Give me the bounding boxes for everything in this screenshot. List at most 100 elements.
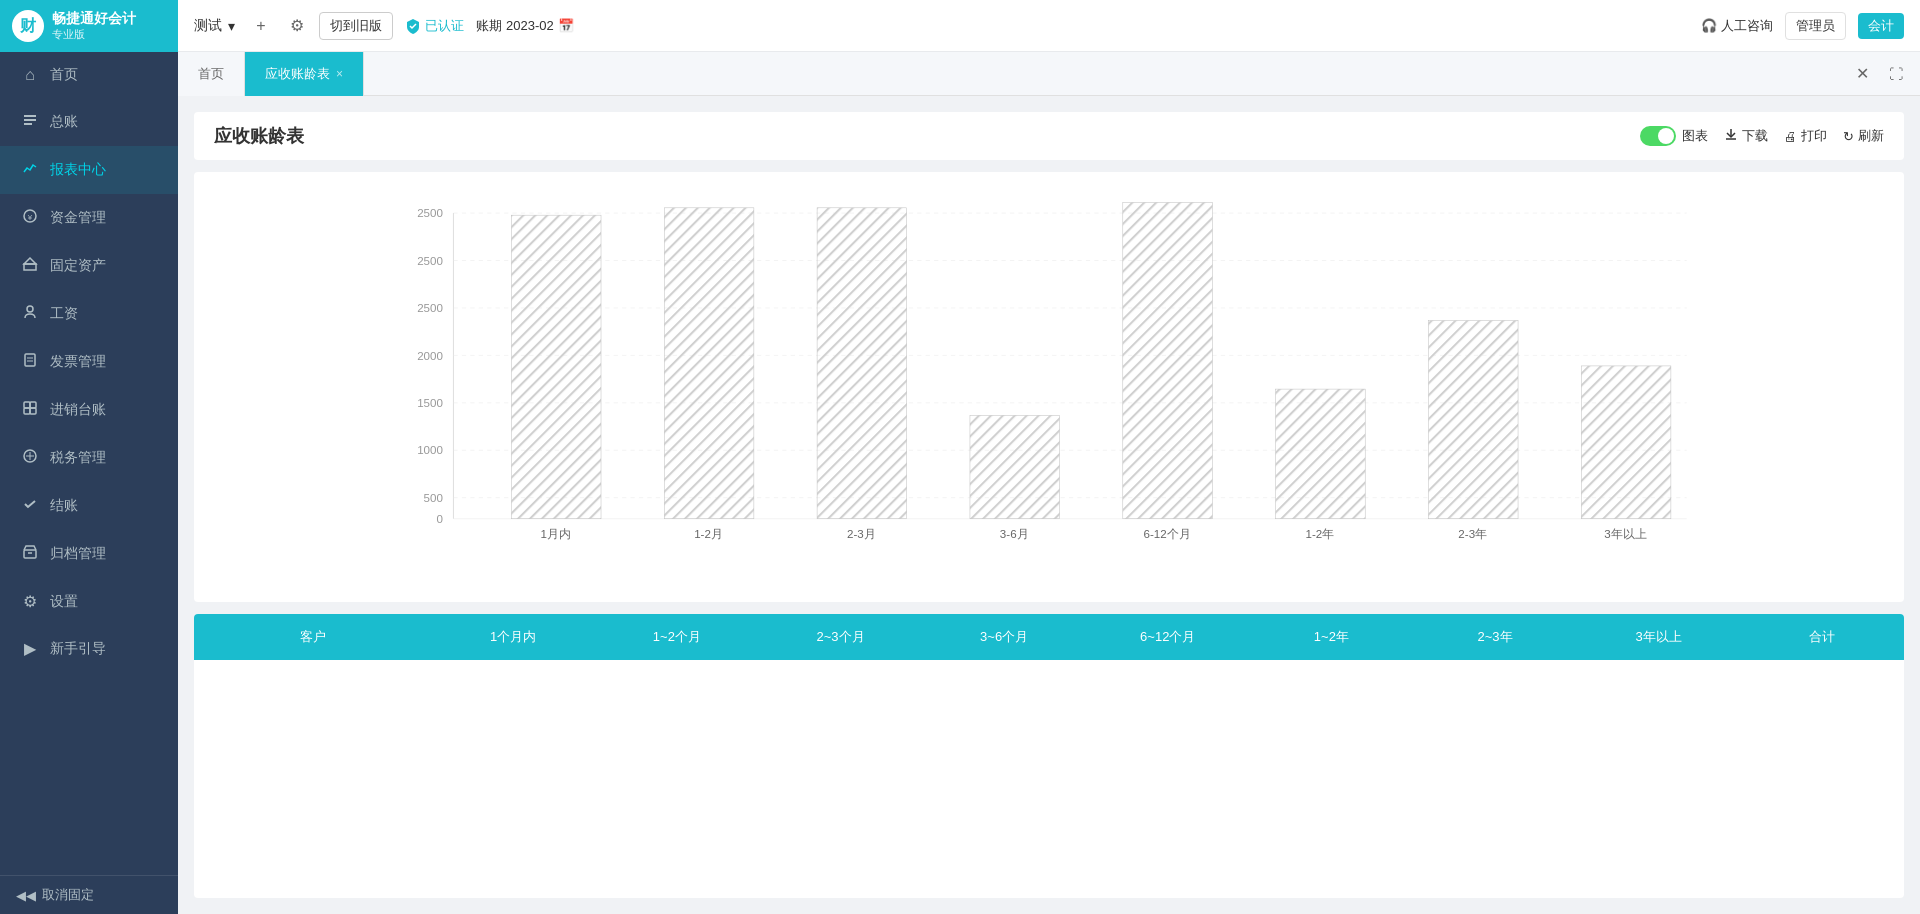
reports-icon <box>20 160 40 180</box>
sidebar-item-label: 固定资产 <box>50 257 106 275</box>
svg-rect-18 <box>24 550 36 558</box>
chart-toggle[interactable] <box>1640 126 1676 146</box>
svg-text:0: 0 <box>436 513 442 525</box>
archive-icon <box>20 544 40 564</box>
svg-text:1-2月: 1-2月 <box>694 528 723 540</box>
sidebar-item-archive[interactable]: 归档管理 <box>0 530 178 578</box>
sidebar-item-label: 工资 <box>50 305 78 323</box>
tab-home[interactable]: 首页 <box>178 52 245 96</box>
chart-toggle-label: 图表 <box>1682 127 1708 145</box>
table-container: 客户 1个月内 1~2个月 2~3个月 3~6个月 6~12个月 1~2年 2~… <box>194 614 1904 898</box>
svg-rect-5 <box>24 264 36 270</box>
sidebar-item-label: 报表中心 <box>50 161 106 179</box>
th-customer: 客户 <box>194 614 431 660</box>
sidebar-item-guide[interactable]: ▶ 新手引导 <box>0 625 178 672</box>
tab-ar-aging[interactable]: 应收账龄表 × <box>245 52 364 96</box>
svg-rect-47 <box>1123 203 1213 519</box>
refresh-button[interactable]: ↻ 刷新 <box>1843 127 1884 145</box>
chart-toggle-wrap: 图表 <box>1640 126 1708 146</box>
tab-close-icon[interactable]: × <box>336 67 343 81</box>
sidebar-item-funds[interactable]: ¥ 资金管理 <box>0 194 178 242</box>
expand-button[interactable]: ⛶ <box>1882 60 1910 88</box>
sidebar-item-invoices[interactable]: 发票管理 <box>0 338 178 386</box>
close-period-icon <box>20 496 40 516</box>
topbar-actions: + ⚙ 切到旧版 <box>247 12 393 40</box>
consult-label: 人工咨询 <box>1721 17 1773 35</box>
tabbar: 首页 应收账龄表 × ✕ ⛶ <box>178 52 1920 96</box>
svg-rect-11 <box>24 402 30 408</box>
sidebar-item-label: 新手引导 <box>50 640 106 658</box>
svg-rect-14 <box>30 408 36 414</box>
cancel-fixed-label: 取消固定 <box>42 886 94 904</box>
svg-text:2500: 2500 <box>417 302 443 314</box>
consult-button[interactable]: 🎧 人工咨询 <box>1701 17 1773 35</box>
svg-rect-0 <box>24 115 36 117</box>
page-actions: 图表 下载 🖨 打印 ↻ 刷新 <box>1640 126 1884 146</box>
print-icon: 🖨 <box>1784 129 1797 144</box>
pin-icon: ◀◀ <box>16 888 36 903</box>
sidebar-item-wages[interactable]: 工资 <box>0 290 178 338</box>
guide-icon: ▶ <box>20 639 40 658</box>
user-button[interactable]: 管理员 <box>1785 12 1846 40</box>
sidebar-item-home[interactable]: ⌂ 首页 <box>0 52 178 98</box>
th-2-3month: 2~3个月 <box>759 614 923 660</box>
settings-button[interactable]: ⚙ <box>283 12 311 40</box>
svg-point-7 <box>27 306 33 312</box>
svg-text:2500: 2500 <box>417 207 443 219</box>
role-button[interactable]: 会计 <box>1858 13 1904 39</box>
sidebar-scroll: ⌂ 首页 总账 报表中心 ¥ 资金管理 固定资产 <box>0 52 178 875</box>
project-selector[interactable]: 测试 ▾ <box>194 17 235 35</box>
page-header: 应收账龄表 图表 下载 🖨 打印 ↻ 刷新 <box>194 112 1904 160</box>
print-button[interactable]: 🖨 打印 <box>1784 127 1827 145</box>
svg-text:1000: 1000 <box>417 444 443 456</box>
table-header: 客户 1个月内 1~2个月 2~3个月 3~6个月 6~12个月 1~2年 2~… <box>194 614 1904 660</box>
sidebar-item-settings[interactable]: ⚙ 设置 <box>0 578 178 625</box>
chart-container: 2500 2500 2500 2000 1500 1000 500 0 1月内 <box>194 172 1904 602</box>
home-icon: ⌂ <box>20 66 40 84</box>
svg-text:500: 500 <box>424 492 443 504</box>
svg-text:¥: ¥ <box>27 213 33 222</box>
close-tab-button[interactable]: ✕ <box>1848 60 1876 88</box>
sidebar-item-assets[interactable]: 固定资产 <box>0 242 178 290</box>
sidebar-item-ledger[interactable]: 总账 <box>0 98 178 146</box>
headset-icon: 🎧 <box>1701 18 1717 33</box>
svg-text:2500: 2500 <box>417 255 443 267</box>
download-button[interactable]: 下载 <box>1724 127 1768 145</box>
sidebar-item-label: 设置 <box>50 593 78 611</box>
add-button[interactable]: + <box>247 12 275 40</box>
sidebar-item-label: 税务管理 <box>50 449 106 467</box>
sidebar-item-label: 总账 <box>50 113 78 131</box>
invoices-icon <box>20 352 40 372</box>
svg-rect-13 <box>24 408 30 414</box>
certified-badge: 已认证 <box>405 17 464 35</box>
topbar-right: 🎧 人工咨询 管理员 会计 <box>1701 12 1904 40</box>
svg-rect-12 <box>30 402 36 408</box>
sidebar-item-reports[interactable]: 报表中心 <box>0 146 178 194</box>
switch-version-button[interactable]: 切到旧版 <box>319 12 393 40</box>
page-title: 应收账龄表 <box>214 124 304 148</box>
logo-text-wrap: 畅捷通好会计 专业版 <box>52 10 136 42</box>
th-3year-plus: 3年以上 <box>1577 614 1741 660</box>
sidebar-item-tax[interactable]: 税务管理 <box>0 434 178 482</box>
sidebar-logo: 财 畅捷通好会计 专业版 <box>0 0 178 52</box>
th-1-2year: 1~2年 <box>1250 614 1414 660</box>
svg-text:2-3年: 2-3年 <box>1458 528 1487 540</box>
svg-rect-45 <box>970 415 1060 518</box>
settings-icon: ⚙ <box>20 592 40 611</box>
svg-marker-6 <box>24 258 36 264</box>
sidebar-item-close[interactable]: 结账 <box>0 482 178 530</box>
assets-icon <box>20 256 40 276</box>
sidebar-item-inventory[interactable]: 进销台账 <box>0 386 178 434</box>
th-2-3year: 2~3年 <box>1413 614 1577 660</box>
svg-text:1-2年: 1-2年 <box>1306 528 1335 540</box>
th-3-6month: 3~6个月 <box>922 614 1086 660</box>
cancel-fixed-btn[interactable]: ◀◀ 取消固定 <box>0 875 178 914</box>
content-area: 应收账龄表 图表 下载 🖨 打印 ↻ 刷新 <box>178 96 1920 914</box>
topbar: 测试 ▾ + ⚙ 切到旧版 已认证 账期 2023-02 📅 🎧 人工咨询 管理… <box>178 0 1920 52</box>
funds-icon: ¥ <box>20 208 40 228</box>
project-name: 测试 <box>194 17 222 35</box>
th-6-12month: 6~12个月 <box>1086 614 1250 660</box>
tax-icon <box>20 448 40 468</box>
inventory-icon <box>20 400 40 420</box>
sidebar-item-label: 首页 <box>50 66 78 84</box>
